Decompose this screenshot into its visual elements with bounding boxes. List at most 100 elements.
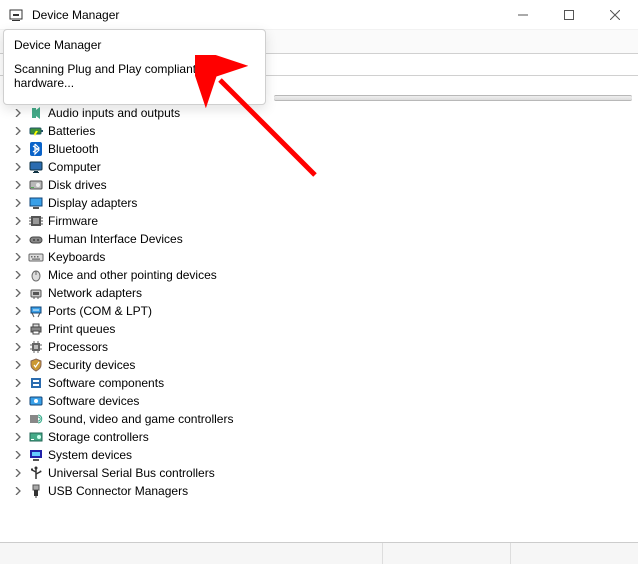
status-bar	[0, 542, 638, 564]
tree-item-label: Keyboards	[48, 250, 105, 264]
chevron-right-icon[interactable]	[12, 251, 24, 263]
tree-item-label: Computer	[48, 160, 101, 174]
swcomp-icon	[28, 375, 44, 391]
tree-item-label: Ports (COM & LPT)	[48, 304, 152, 318]
tree-item-label: Human Interface Devices	[48, 232, 183, 246]
tree-item-label: Firmware	[48, 214, 98, 228]
device-tree[interactable]: Audio inputs and outputs Batteries Bluetoo…	[6, 104, 632, 536]
chevron-right-icon[interactable]	[12, 431, 24, 443]
maximize-button[interactable]	[546, 0, 592, 29]
tree-item-label: Universal Serial Bus controllers	[48, 466, 215, 480]
tree-item-label: Software components	[48, 376, 164, 390]
column-separator	[274, 95, 632, 101]
tree-item-bluetooth[interactable]: Bluetooth	[6, 140, 632, 158]
usb-icon	[28, 465, 44, 481]
tree-item-label: Software devices	[48, 394, 139, 408]
tree-item-audio[interactable]: Audio inputs and outputs	[6, 104, 632, 122]
chevron-right-icon[interactable]	[12, 197, 24, 209]
tree-item-batteries[interactable]: Batteries	[6, 122, 632, 140]
titlebar: Device Manager	[0, 0, 638, 30]
monitor-icon	[28, 159, 44, 175]
tree-item-keyboards[interactable]: Keyboards	[6, 248, 632, 266]
chevron-right-icon[interactable]	[12, 125, 24, 137]
mouse-icon	[28, 267, 44, 283]
shield-icon	[28, 357, 44, 373]
tree-item-mice[interactable]: Mice and other pointing devices	[6, 266, 632, 284]
tree-item-label: Storage controllers	[48, 430, 149, 444]
tree-item-printq[interactable]: Print queues	[6, 320, 632, 338]
display-icon	[28, 195, 44, 211]
battery-icon	[28, 123, 44, 139]
tree-item-label: Audio inputs and outputs	[48, 106, 180, 120]
network-icon	[28, 285, 44, 301]
chevron-right-icon[interactable]	[12, 161, 24, 173]
chevron-right-icon[interactable]	[12, 395, 24, 407]
tree-item-display[interactable]: Display adapters	[6, 194, 632, 212]
chevron-right-icon[interactable]	[12, 341, 24, 353]
hid-icon	[28, 231, 44, 247]
chevron-right-icon[interactable]	[12, 215, 24, 227]
port-icon	[28, 303, 44, 319]
chevron-right-icon[interactable]	[12, 413, 24, 425]
system-icon	[28, 447, 44, 463]
tree-item-storage[interactable]: Storage controllers	[6, 428, 632, 446]
tree-item-ports[interactable]: Ports (COM & LPT)	[6, 302, 632, 320]
storage-icon	[28, 429, 44, 445]
tree-item-hid[interactable]: Human Interface Devices	[6, 230, 632, 248]
tree-item-label: USB Connector Managers	[48, 484, 188, 498]
chevron-right-icon[interactable]	[12, 269, 24, 281]
chevron-right-icon[interactable]	[12, 449, 24, 461]
tree-item-label: Mice and other pointing devices	[48, 268, 217, 282]
chevron-right-icon[interactable]	[12, 323, 24, 335]
tree-item-usbconn[interactable]: USB Connector Managers	[6, 482, 632, 500]
tree-item-label: Disk drives	[48, 178, 107, 192]
tree-item-disk[interactable]: Disk drives	[6, 176, 632, 194]
scanning-popup: Device Manager Scanning Plug and Play co…	[3, 29, 266, 105]
tree-item-usb[interactable]: Universal Serial Bus controllers	[6, 464, 632, 482]
speaker-icon	[28, 105, 44, 121]
app-icon	[8, 7, 24, 23]
status-cell	[510, 543, 638, 564]
window-controls	[500, 0, 638, 29]
status-cell	[382, 543, 510, 564]
tree-item-label: Display adapters	[48, 196, 137, 210]
tree-item-swcomp[interactable]: Software components	[6, 374, 632, 392]
tree-item-label: Processors	[48, 340, 108, 354]
chevron-right-icon[interactable]	[12, 179, 24, 191]
close-button[interactable]	[592, 0, 638, 29]
tree-item-firmware[interactable]: Firmware	[6, 212, 632, 230]
chevron-right-icon[interactable]	[12, 359, 24, 371]
chip-icon	[28, 213, 44, 229]
status-cell	[0, 543, 382, 564]
tree-item-system[interactable]: System devices	[6, 446, 632, 464]
popup-title: Device Manager	[14, 38, 255, 52]
disk-icon	[28, 177, 44, 193]
popup-message: Scanning Plug and Play compliant hardwar…	[14, 62, 255, 90]
chevron-right-icon[interactable]	[12, 305, 24, 317]
chevron-right-icon[interactable]	[12, 287, 24, 299]
chevron-right-icon[interactable]	[12, 143, 24, 155]
tree-item-processors[interactable]: Processors	[6, 338, 632, 356]
tree-item-computer[interactable]: Computer	[6, 158, 632, 176]
tree-item-sound[interactable]: Sound, video and game controllers	[6, 410, 632, 428]
window-title: Device Manager	[32, 8, 500, 22]
chevron-right-icon[interactable]	[12, 467, 24, 479]
tree-item-swdev[interactable]: Software devices	[6, 392, 632, 410]
cpu-icon	[28, 339, 44, 355]
tree-item-security[interactable]: Security devices	[6, 356, 632, 374]
tree-item-label: Sound, video and game controllers	[48, 412, 233, 426]
soundcard-icon	[28, 411, 44, 427]
chevron-right-icon[interactable]	[12, 485, 24, 497]
tree-item-label: Network adapters	[48, 286, 142, 300]
tree-item-label: Bluetooth	[48, 142, 99, 156]
printer-icon	[28, 321, 44, 337]
chevron-right-icon[interactable]	[12, 233, 24, 245]
chevron-right-icon[interactable]	[12, 107, 24, 119]
tree-item-label: System devices	[48, 448, 132, 462]
chevron-right-icon[interactable]	[12, 377, 24, 389]
tree-item-label: Batteries	[48, 124, 95, 138]
tree-item-netadapters[interactable]: Network adapters	[6, 284, 632, 302]
minimize-button[interactable]	[500, 0, 546, 29]
bluetooth-icon	[28, 141, 44, 157]
tree-item-label: Security devices	[48, 358, 135, 372]
